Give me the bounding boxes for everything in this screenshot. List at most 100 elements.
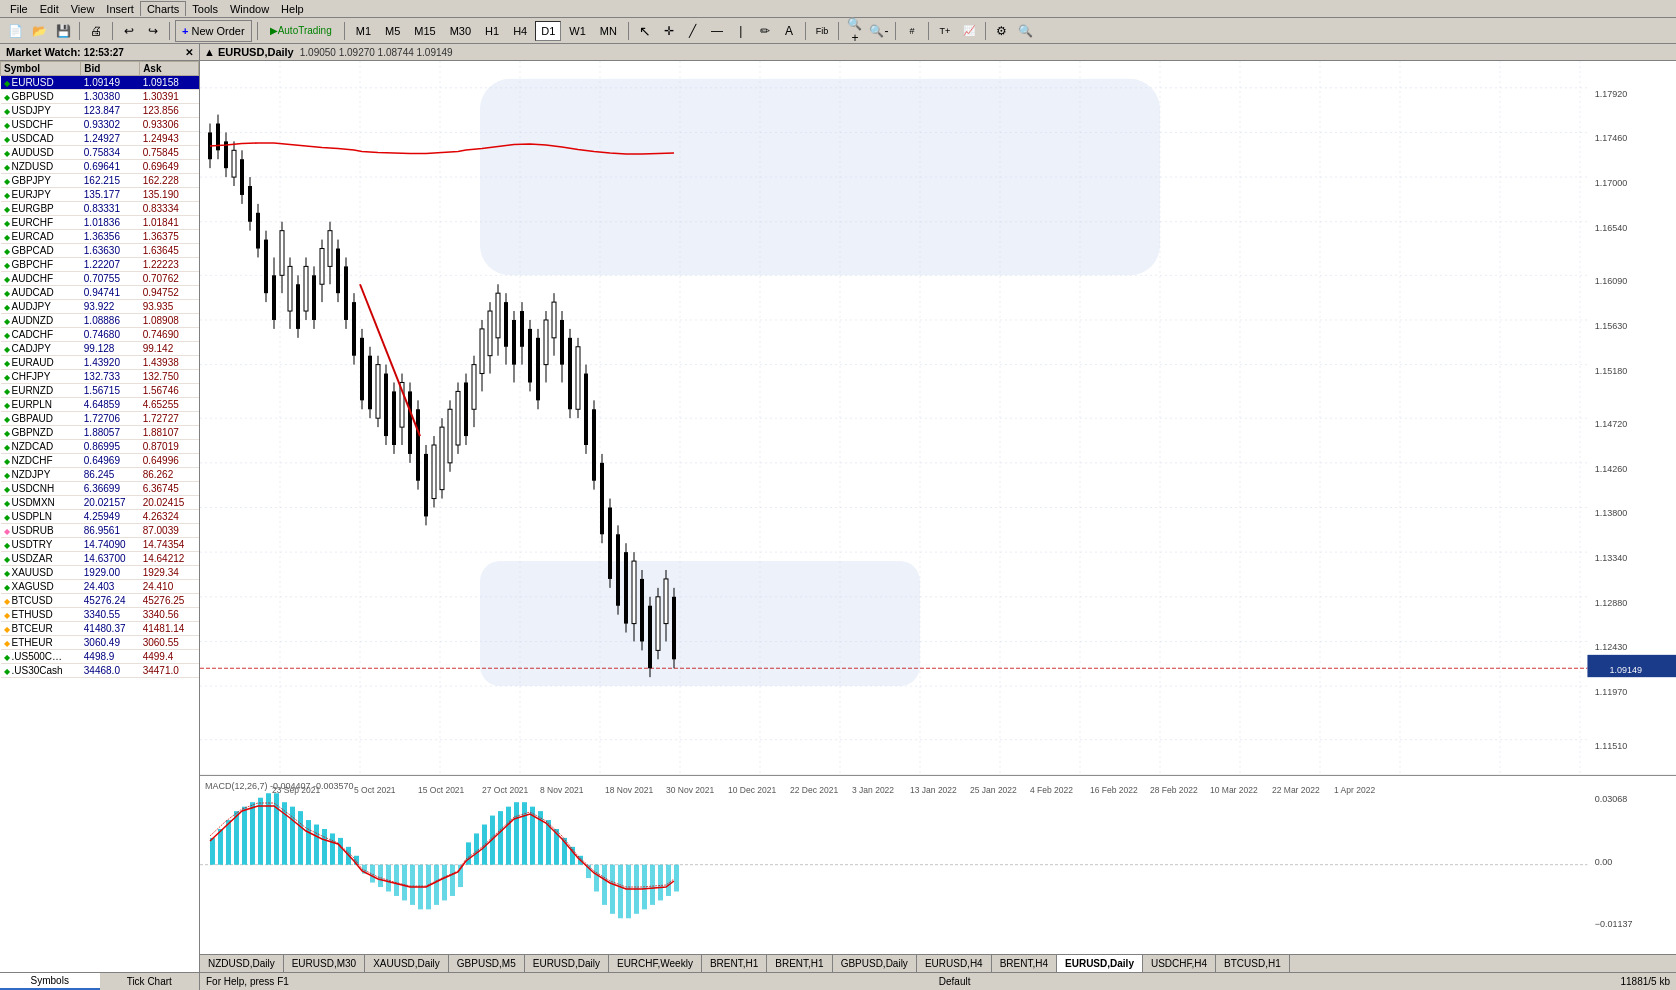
market-watch-row[interactable]: USDJPY 123.847 123.856 — [1, 104, 199, 118]
tab-gbpusd-daily[interactable]: GBPUSD,Daily — [833, 955, 917, 973]
tab-eurusd-daily-active[interactable]: EURUSD,Daily — [1057, 955, 1143, 973]
tool-text[interactable]: A — [778, 20, 800, 42]
toolbar-autotrading[interactable]: ▶ AutoTrading — [263, 20, 339, 42]
tab-eurusd-h4[interactable]: EURUSD,H4 — [917, 955, 992, 973]
market-watch-row[interactable]: NZDUSD 0.69641 0.69649 — [1, 160, 199, 174]
market-watch-row[interactable]: USDMXN 20.02157 20.02415 — [1, 496, 199, 510]
tool-pen[interactable]: ✏ — [754, 20, 776, 42]
tab-eurusd-daily-1[interactable]: EURUSD,Daily — [525, 955, 609, 973]
tab-usdchf-h4[interactable]: USDCHF,H4 — [1143, 955, 1216, 973]
toolbar-undo[interactable]: ↩ — [118, 20, 140, 42]
menu-window[interactable]: Window — [224, 2, 275, 16]
market-watch-row[interactable]: AUDJPY 93.922 93.935 — [1, 300, 199, 314]
market-watch-row[interactable]: .US500C… 4498.9 4499.4 — [1, 650, 199, 664]
market-watch-row[interactable]: AUDNZD 1.08886 1.08908 — [1, 314, 199, 328]
tf-m5[interactable]: M5 — [379, 21, 406, 41]
market-watch-close[interactable]: ✕ — [185, 47, 193, 58]
zoom-out[interactable]: 🔍- — [868, 20, 890, 42]
market-watch-row[interactable]: ETHUSD 3340.55 3340.56 — [1, 608, 199, 622]
market-watch-row[interactable]: EURCHF 1.01836 1.01841 — [1, 216, 199, 230]
menu-help[interactable]: Help — [275, 2, 310, 16]
market-watch-row[interactable]: GBPUSD 1.30380 1.30391 — [1, 90, 199, 104]
tool-cursor[interactable]: ↖ — [634, 20, 656, 42]
market-watch-row[interactable]: USDZAR 14.63700 14.64212 — [1, 552, 199, 566]
market-watch-row[interactable]: GBPJPY 162.215 162.228 — [1, 174, 199, 188]
market-watch-row[interactable]: .US30Cash 34468.0 34471.0 — [1, 664, 199, 678]
market-watch-row[interactable]: USDPLN 4.25949 4.26324 — [1, 510, 199, 524]
toolbar-indicators[interactable]: 📈 — [958, 20, 980, 42]
market-watch-row[interactable]: USDCHF 0.93302 0.93306 — [1, 118, 199, 132]
market-watch-row[interactable]: USDTRY 14.74090 14.74354 — [1, 538, 199, 552]
market-watch-row[interactable]: EURJPY 135.177 135.190 — [1, 188, 199, 202]
menu-edit[interactable]: Edit — [34, 2, 65, 16]
tab-brent-h1-1[interactable]: BRENT,H1 — [702, 955, 767, 973]
tf-m15[interactable]: M15 — [408, 21, 441, 41]
market-watch-row[interactable]: CHFJPY 132.733 132.750 — [1, 370, 199, 384]
market-watch-row[interactable]: GBPCHF 1.22207 1.22223 — [1, 258, 199, 272]
tab-btcusd-h1[interactable]: BTCUSD,H1 — [1216, 955, 1290, 973]
tool-crosshair[interactable]: ✛ — [658, 20, 680, 42]
tf-m1[interactable]: M1 — [350, 21, 377, 41]
market-watch-row[interactable]: USDCAD 1.24927 1.24943 — [1, 132, 199, 146]
market-watch-row[interactable]: EURGBP 0.83331 0.83334 — [1, 202, 199, 216]
toolbar-open[interactable]: 📂 — [28, 20, 50, 42]
market-watch-scroll[interactable]: Symbol Bid Ask EURUSD 1.09149 1.09158 GB… — [0, 61, 199, 972]
new-order-button[interactable]: + New Order — [175, 20, 252, 42]
menu-charts[interactable]: Charts — [140, 1, 186, 16]
tab-eurusd-m30[interactable]: EURUSD,M30 — [284, 955, 365, 973]
market-watch-row[interactable]: EURAUD 1.43920 1.43938 — [1, 356, 199, 370]
market-watch-row[interactable]: EURNZD 1.56715 1.56746 — [1, 384, 199, 398]
tab-xauusd-daily[interactable]: XAUUSD,Daily — [365, 955, 449, 973]
tab-nzdusd-daily[interactable]: NZDUSD,Daily — [200, 955, 284, 973]
toolbar-print[interactable]: 🖨 — [85, 20, 107, 42]
tool-fib[interactable]: Fib — [811, 20, 833, 42]
zoom-in[interactable]: 🔍+ — [844, 20, 866, 42]
tf-h4[interactable]: H4 — [507, 21, 533, 41]
tf-d1[interactable]: D1 — [535, 21, 561, 41]
toolbar-settings[interactable]: ⚙ — [991, 20, 1013, 42]
toolbar-redo[interactable]: ↪ — [142, 20, 164, 42]
tab-tick-chart[interactable]: Tick Chart — [100, 973, 200, 990]
tf-m30[interactable]: M30 — [444, 21, 477, 41]
menu-insert[interactable]: Insert — [100, 2, 140, 16]
market-watch-row[interactable]: AUDCHF 0.70755 0.70762 — [1, 272, 199, 286]
tab-eurchf-weekly[interactable]: EURCHF,Weekly — [609, 955, 702, 973]
tf-mn[interactable]: MN — [594, 21, 623, 41]
chart-grid-toggle[interactable]: # — [901, 20, 923, 42]
tab-symbols[interactable]: Symbols — [0, 973, 100, 990]
menu-view[interactable]: View — [65, 2, 101, 16]
market-watch-row[interactable]: XAGUSD 24.403 24.410 — [1, 580, 199, 594]
market-watch-row[interactable]: USDCNH 6.36699 6.36745 — [1, 482, 199, 496]
market-watch-row[interactable]: NZDCAD 0.86995 0.87019 — [1, 440, 199, 454]
toolbar-new[interactable]: 📄 — [4, 20, 26, 42]
market-watch-row[interactable]: USDRUB 86.9561 87.0039 — [1, 524, 199, 538]
tool-line[interactable]: ╱ — [682, 20, 704, 42]
market-watch-row[interactable]: GBPAUD 1.72706 1.72727 — [1, 412, 199, 426]
market-watch-row[interactable]: EURUSD 1.09149 1.09158 — [1, 76, 199, 90]
tab-brent-h4[interactable]: BRENT,H4 — [992, 955, 1057, 973]
tf-w1[interactable]: W1 — [563, 21, 592, 41]
market-watch-row[interactable]: NZDJPY 86.245 86.262 — [1, 468, 199, 482]
market-watch-row[interactable]: BTCEUR 41480.37 41481.14 — [1, 622, 199, 636]
market-watch-row[interactable]: GBPNZD 1.88057 1.88107 — [1, 426, 199, 440]
tab-gbpusd-m5[interactable]: GBPUSD,M5 — [449, 955, 525, 973]
menu-file[interactable]: File — [4, 2, 34, 16]
market-watch-row[interactable]: BTCUSD 45276.24 45276.25 — [1, 594, 199, 608]
tool-hline[interactable]: — — [706, 20, 728, 42]
market-watch-row[interactable]: AUDCAD 0.94741 0.94752 — [1, 286, 199, 300]
market-watch-row[interactable]: GBPCAD 1.63630 1.63645 — [1, 244, 199, 258]
market-watch-row[interactable]: CADCHF 0.74680 0.74690 — [1, 328, 199, 342]
market-watch-row[interactable]: ETHEUR 3060.49 3060.55 — [1, 636, 199, 650]
market-watch-row[interactable]: EURPLN 4.64859 4.65255 — [1, 398, 199, 412]
tab-brent-h1-2[interactable]: BRENT,H1 — [767, 955, 832, 973]
toolbar-templates[interactable]: T+ — [934, 20, 956, 42]
market-watch-row[interactable]: NZDCHF 0.64969 0.64996 — [1, 454, 199, 468]
toolbar-search[interactable]: 🔍 — [1015, 20, 1037, 42]
toolbar-save[interactable]: 💾 — [52, 20, 74, 42]
market-watch-row[interactable]: CADJPY 99.128 99.142 — [1, 342, 199, 356]
chart-container[interactable]: 1.09149 — [200, 61, 1676, 954]
tool-vline[interactable]: | — [730, 20, 752, 42]
market-watch-row[interactable]: AUDUSD 0.75834 0.75845 — [1, 146, 199, 160]
market-watch-row[interactable]: XAUUSD 1929.00 1929.34 — [1, 566, 199, 580]
tf-h1[interactable]: H1 — [479, 21, 505, 41]
